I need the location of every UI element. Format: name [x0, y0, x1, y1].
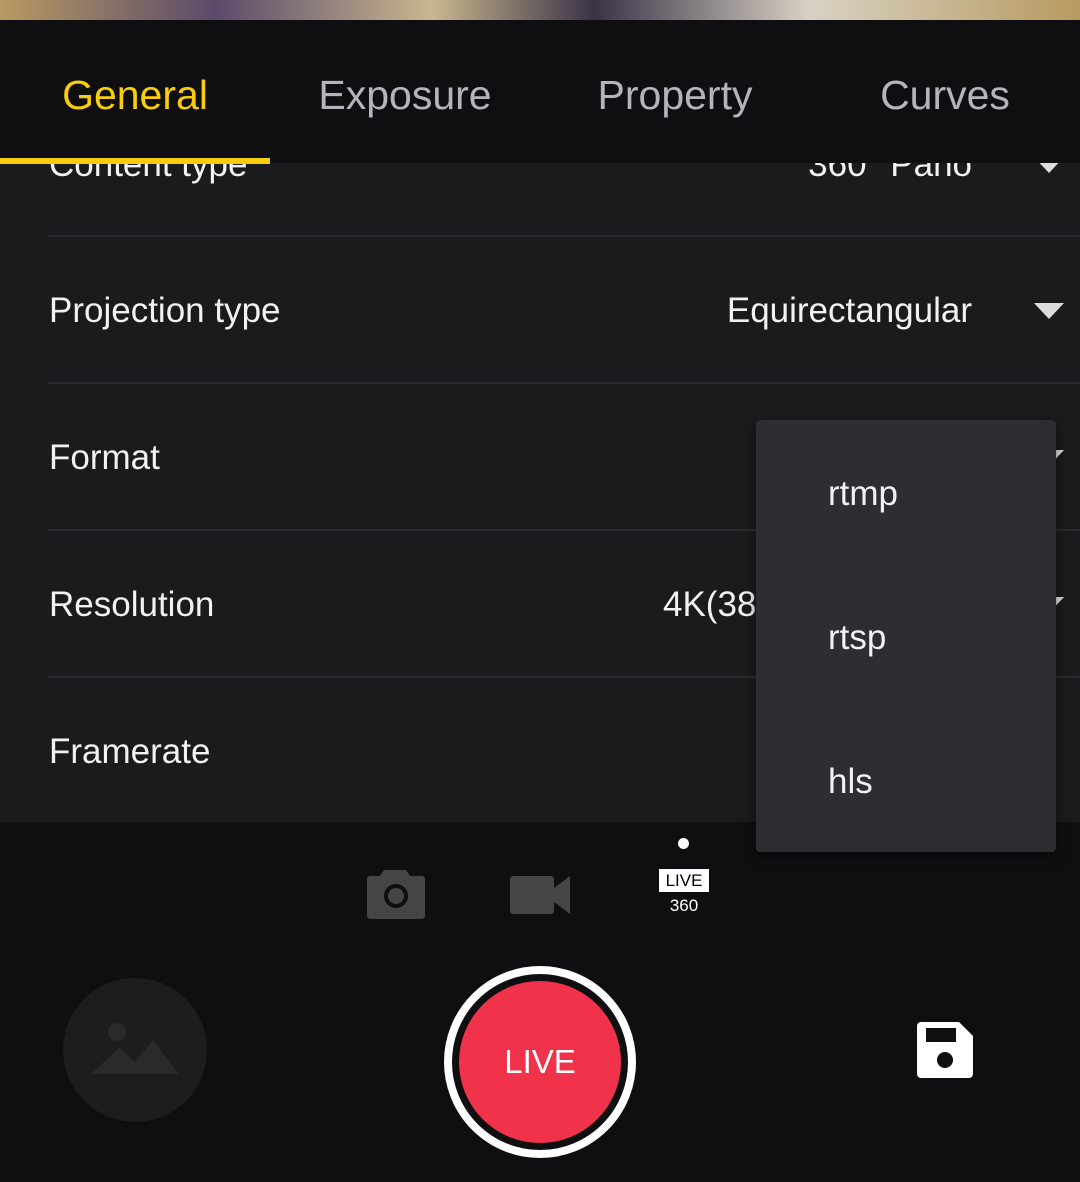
- tab-curves[interactable]: Curves: [810, 20, 1080, 163]
- live360-mode-icon[interactable]: LIVE 360: [655, 869, 713, 916]
- dropdown-arrow-icon[interactable]: [1034, 302, 1064, 319]
- setting-label: Format: [49, 437, 160, 477]
- tab-exposure[interactable]: Exposure: [270, 20, 540, 163]
- live-record-button[interactable]: LIVE: [444, 966, 636, 1158]
- image-icon: [91, 1023, 179, 1074]
- video-mode-camera-icon[interactable]: [510, 874, 572, 916]
- photo-mode-camera-icon[interactable]: [366, 868, 426, 920]
- menu-item-hls[interactable]: hls: [756, 708, 1056, 852]
- setting-projection-type[interactable]: Projection type Equirectangular: [0, 237, 1080, 384]
- setting-value: 4K(38: [663, 584, 757, 624]
- tab-bar: General Exposure Property Curves: [0, 20, 1080, 164]
- live-badge: LIVE: [659, 869, 709, 892]
- format-dropdown-menu: rtmp rtsp hls: [756, 420, 1056, 852]
- save-icon[interactable]: [917, 1022, 973, 1078]
- setting-label: Projection type: [49, 290, 281, 330]
- camera-preview: [0, 0, 1080, 20]
- setting-label: Resolution: [49, 584, 215, 624]
- gallery-button[interactable]: [63, 978, 207, 1122]
- setting-value: Equirectangular: [726, 290, 972, 330]
- tab-property[interactable]: Property: [540, 20, 810, 163]
- menu-item-rtsp[interactable]: rtsp: [756, 564, 1056, 708]
- tab-general[interactable]: General: [0, 20, 270, 163]
- live-360-label: 360: [669, 896, 699, 915]
- tab-indicator: [0, 158, 270, 164]
- setting-label: Framerate: [49, 731, 211, 771]
- live-button-label: LIVE: [459, 981, 621, 1143]
- selected-mode-indicator: [678, 838, 689, 849]
- menu-item-rtmp[interactable]: rtmp: [756, 420, 1056, 564]
